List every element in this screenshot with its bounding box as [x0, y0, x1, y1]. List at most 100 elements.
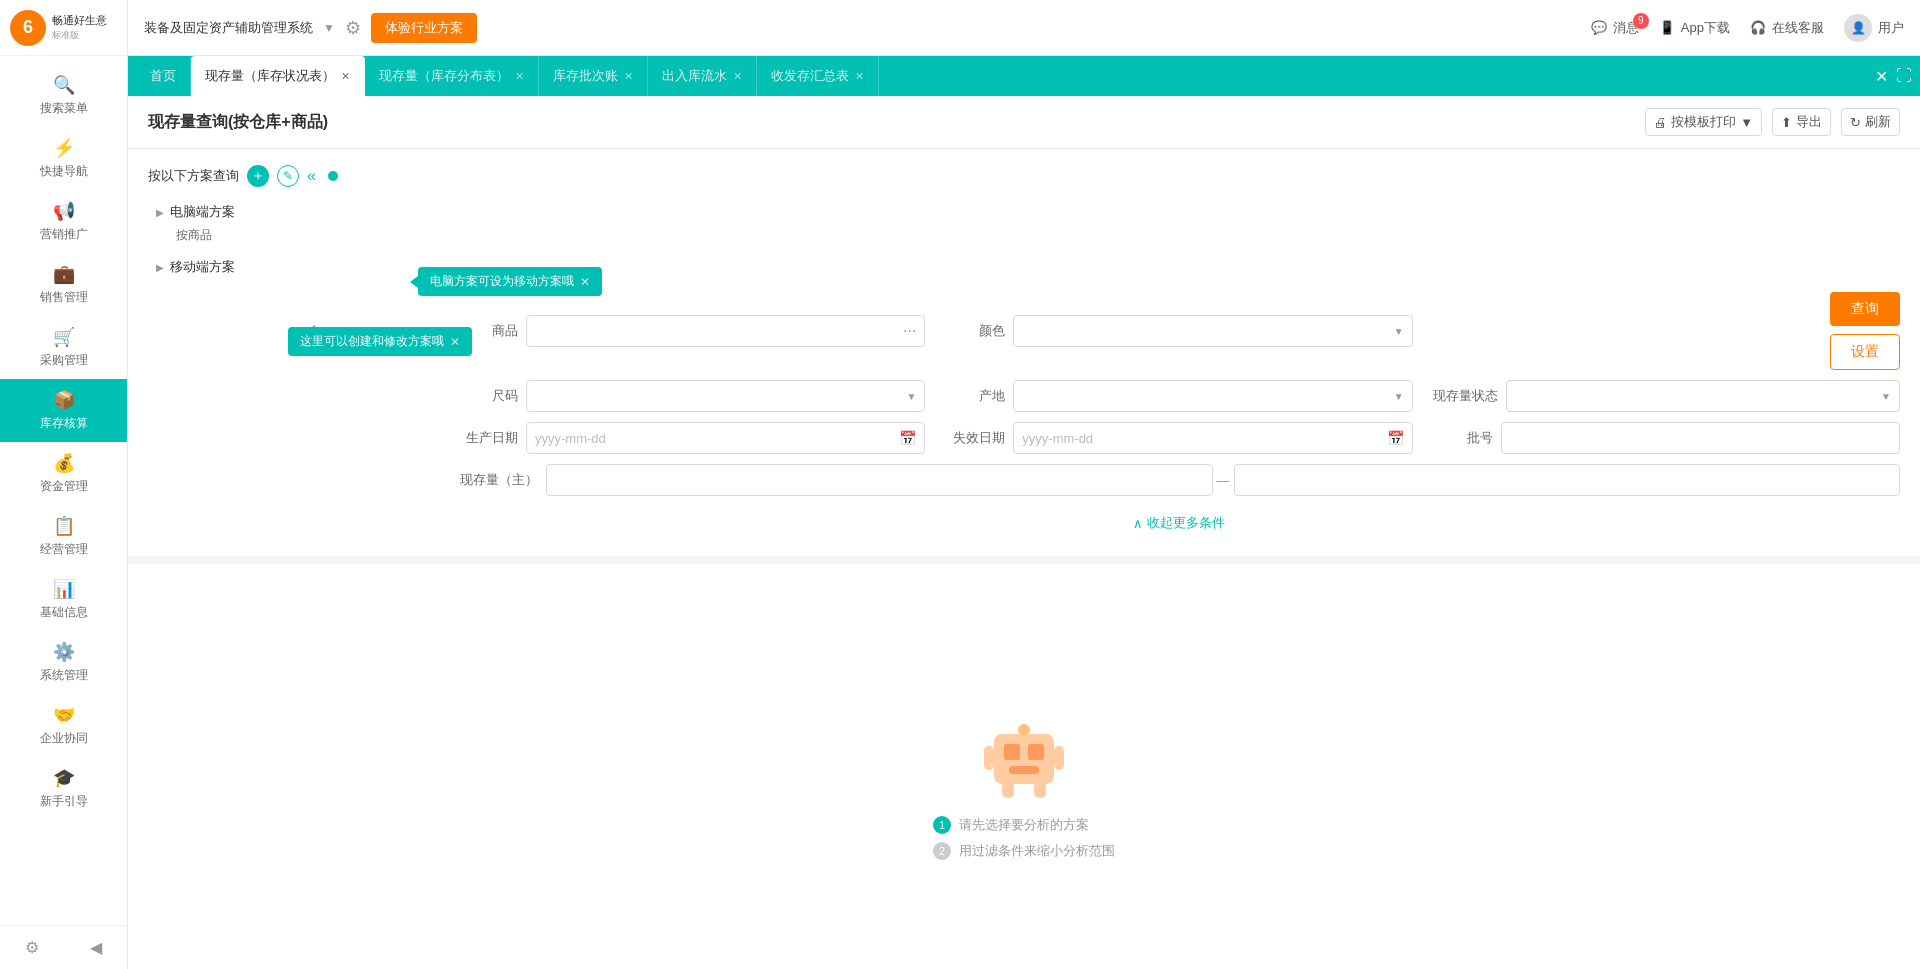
stock-status-select[interactable]: ▼ [1506, 380, 1900, 412]
batch-input[interactable] [1501, 422, 1900, 454]
sidebar-item-basic[interactable]: 📊 基础信息 [0, 568, 127, 631]
filter-add-btn[interactable]: ＋ [247, 165, 269, 187]
collapse-row[interactable]: ∧ 收起更多条件 [458, 506, 1900, 540]
commodity-select[interactable]: ··· [526, 315, 925, 347]
sidebar-item-shortcut-label: 快捷导航 [40, 163, 88, 180]
filter-row-1: 商品 ··· 颜色 ▼ [458, 292, 1900, 370]
tab-stock-status[interactable]: 现存量（库存状况表） ✕ [191, 56, 365, 96]
tab-stock-flow-label: 出入库流水 [662, 67, 727, 85]
guide-icon: 🎓 [53, 767, 75, 789]
scheme-item-pc[interactable]: ▶ 电脑端方案 [148, 199, 1900, 225]
sidebar-item-finance[interactable]: 💰 资金管理 [0, 442, 127, 505]
tab-stock-summary-close[interactable]: ✕ [855, 70, 864, 83]
prod-date-label: 生产日期 [458, 429, 518, 447]
filter-row-2: 尺码 ▼ 产地 ▼ 现存量状态 [458, 380, 1900, 412]
stock-qty-min-input[interactable] [546, 464, 1213, 496]
expiry-date-calendar-icon[interactable]: 📅 [1387, 430, 1404, 446]
tab-home[interactable]: 首页 [136, 56, 191, 96]
search-btn[interactable]: 查询 [1830, 292, 1900, 326]
export-btn[interactable]: ⬆ 导出 [1772, 108, 1831, 136]
expiry-date-placeholder: yyyy-mm-dd [1022, 431, 1093, 446]
tooltip-scheme: 电脑方案可设为移动方案哦 ✕ [418, 267, 602, 296]
refresh-icon: ↻ [1850, 115, 1861, 130]
filter-back-btn[interactable]: « [307, 167, 316, 185]
search-btn-group-row1: 查询 设置 [1433, 292, 1900, 370]
sidebar-item-search[interactable]: 🔍 搜索菜单 [0, 64, 127, 127]
tab-stock-flow-close[interactable]: ✕ [733, 70, 742, 83]
header-dropdown-arrow[interactable]: ▼ [323, 21, 335, 35]
stock-qty-max-input[interactable] [1234, 464, 1901, 496]
svg-rect-6 [1054, 746, 1064, 770]
sidebar-item-system[interactable]: ⚙️ 系统管理 [0, 631, 127, 694]
top-header: 装备及固定资产辅助管理系统 ▼ ⚙ 体验行业方案 💬 消息 9 📱 App下载 … [128, 0, 1920, 56]
online-support-label: 在线客服 [1772, 19, 1824, 37]
range-sep: — [1217, 473, 1230, 488]
color-label: 颜色 [945, 322, 1005, 340]
headset-icon: 🎧 [1750, 20, 1766, 35]
header-settings-btn[interactable]: ⚙ [345, 17, 361, 39]
inventory-icon: 📦 [53, 389, 75, 411]
scheme-arrow-mobile: ▶ [156, 262, 164, 273]
scheme-sub-label: 按商品 [176, 228, 212, 242]
empty-state: 1 请先选择要分析的方案 2 用过滤条件来缩小分析范围 [128, 624, 1920, 940]
tooltip-create: 这里可以创建和修改方案哦 ✕ [288, 327, 472, 356]
tab-stock-summary[interactable]: 收发存汇总表 ✕ [757, 56, 879, 96]
expiry-date-input[interactable]: yyyy-mm-dd 📅 [1013, 422, 1412, 454]
filter-edit-btn[interactable]: ✎ [277, 165, 299, 187]
tab-expand-icon[interactable]: ⛶ [1896, 67, 1912, 85]
user-btn[interactable]: 👤 用户 [1844, 14, 1904, 42]
tab-stock-status-close[interactable]: ✕ [341, 70, 350, 83]
filter-field-origin: 产地 ▼ [945, 380, 1412, 412]
prod-date-input[interactable]: yyyy-mm-dd 📅 [526, 422, 925, 454]
prod-date-calendar-icon[interactable]: 📅 [899, 430, 916, 446]
size-select[interactable]: ▼ [526, 380, 925, 412]
app-logo-icon: 6 [10, 10, 46, 46]
online-support-btn[interactable]: 🎧 在线客服 [1750, 19, 1824, 37]
scheme-pc-label: 电脑端方案 [170, 203, 235, 221]
sidebar-item-guide[interactable]: 🎓 新手引导 [0, 757, 127, 820]
filter-fields-area: 商品 ··· 颜色 ▼ [458, 292, 1900, 540]
tooltip-create-close[interactable]: ✕ [450, 335, 460, 349]
sidebar-item-operation-label: 经营管理 [40, 541, 88, 558]
sidebar-settings-btn[interactable]: ⚙ [25, 938, 39, 957]
sidebar-nav: 🔍 搜索菜单 ⚡ 快捷导航 📢 营销推广 💼 销售管理 🛒 采购管理 📦 库存核… [0, 56, 127, 925]
print-btn[interactable]: 🖨 按模板打印 ▼ [1645, 108, 1762, 136]
sidebar-item-enterprise[interactable]: 🤝 企业协同 [0, 694, 127, 757]
tab-stock-batch-close[interactable]: ✕ [624, 70, 633, 83]
color-select[interactable]: ▼ [1013, 315, 1412, 347]
sidebar-item-shortcut[interactable]: ⚡ 快捷导航 [0, 127, 127, 190]
filter-field-expiry-date: 失效日期 yyyy-mm-dd 📅 [945, 422, 1412, 454]
refresh-btn[interactable]: ↻ 刷新 [1841, 108, 1900, 136]
tab-stock-dist-close[interactable]: ✕ [515, 70, 524, 83]
filter-field-color: 颜色 ▼ [945, 292, 1412, 370]
header-right: 💬 消息 9 📱 App下载 🎧 在线客服 👤 用户 [1591, 14, 1904, 42]
tab-stock-dist[interactable]: 现存量（库存分布表） ✕ [365, 56, 539, 96]
app-download-btn[interactable]: 📱 App下载 [1659, 19, 1730, 37]
step-2-num: 2 [933, 842, 951, 860]
tab-home-label: 首页 [150, 67, 176, 85]
tab-stock-batch[interactable]: 库存批次账 ✕ [539, 56, 648, 96]
origin-label: 产地 [945, 387, 1005, 405]
reset-btn[interactable]: 设置 [1830, 334, 1900, 370]
shortcut-icon: ⚡ [53, 137, 75, 159]
tab-close-all-icon[interactable]: ✕ [1875, 67, 1888, 86]
brand-sub: 标准版 [52, 29, 107, 42]
tooltip-create-text: 这里可以创建和修改方案哦 [300, 333, 444, 350]
message-btn[interactable]: 💬 消息 9 [1591, 19, 1639, 37]
color-chevron-icon: ▼ [1394, 326, 1404, 337]
svg-rect-3 [1009, 766, 1039, 774]
sidebar-item-purchase[interactable]: 🛒 采购管理 [0, 316, 127, 379]
sales-icon: 💼 [53, 263, 75, 285]
origin-select[interactable]: ▼ [1013, 380, 1412, 412]
sidebar-item-marketing[interactable]: 📢 营销推广 [0, 190, 127, 253]
sidebar-item-operation[interactable]: 📋 经营管理 [0, 505, 127, 568]
tooltip-scheme-text: 电脑方案可设为移动方案哦 [430, 273, 574, 290]
tab-stock-flow[interactable]: 出入库流水 ✕ [648, 56, 757, 96]
sidebar-collapse-btn[interactable]: ◀ [90, 938, 102, 957]
sidebar-item-inventory[interactable]: 📦 库存核算 [0, 379, 127, 442]
commodity-dots[interactable]: ··· [903, 322, 916, 340]
tooltip-scheme-close[interactable]: ✕ [580, 275, 590, 289]
industry-btn[interactable]: 体验行业方案 [371, 13, 477, 43]
sidebar-item-sales[interactable]: 💼 销售管理 [0, 253, 127, 316]
system-name: 装备及固定资产辅助管理系统 [144, 19, 313, 37]
